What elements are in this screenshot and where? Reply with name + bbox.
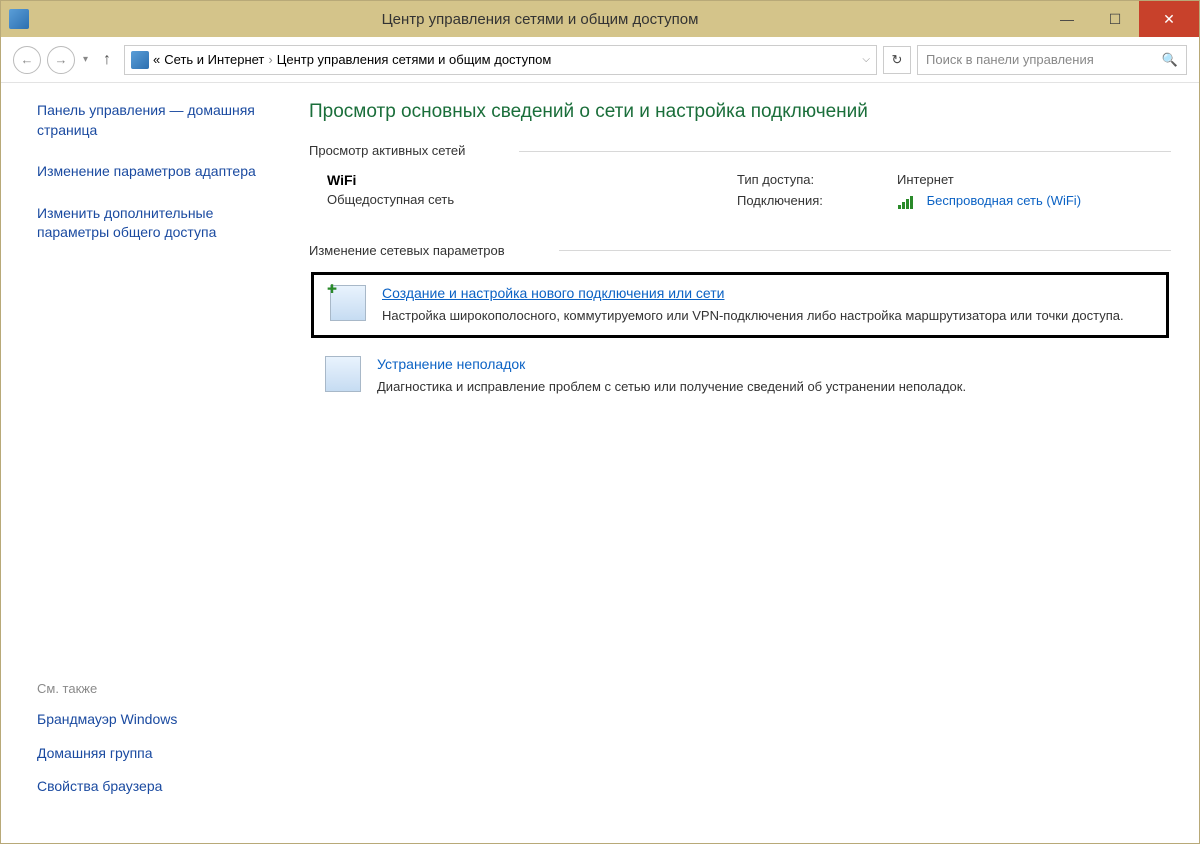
breadcrumb-bar[interactable]: « Сеть и Интернет › Центр управления сет… [124,45,877,75]
breadcrumb-item-2[interactable]: Центр управления сетями и общим доступом [277,52,552,67]
close-button[interactable]: ✕ [1139,1,1199,37]
window-buttons: — ☐ ✕ [1043,1,1199,37]
sidebar-link-home[interactable]: Панель управления — домашняя страница [37,101,271,140]
search-input[interactable]: Поиск в панели управления 🔍 [917,45,1187,75]
page-heading: Просмотр основных сведений о сети и наст… [309,101,1171,123]
nav-history-dropdown[interactable]: ▾ [83,54,88,65]
wifi-signal-icon [897,195,917,209]
option-new-connection-desc: Настройка широкополосного, коммутируемог… [382,307,1150,326]
breadcrumb-icon [131,51,149,69]
see-also-firewall[interactable]: Брандмауэр Windows [37,710,271,730]
option-new-connection-title[interactable]: Создание и настройка нового подключения … [382,285,1150,301]
maximize-button[interactable]: ☐ [1091,1,1139,37]
breadcrumb-prefix: « [153,52,160,67]
option-troubleshoot-desc: Диагностика и исправление проблем с сеть… [377,378,1155,397]
option-troubleshoot[interactable]: Устранение неполадок Диагностика и испра… [309,346,1171,407]
connections-label: Подключения: [737,193,897,208]
sidebar: Панель управления — домашняя страница Из… [1,83,291,843]
nav-back-button[interactable]: ← [13,46,41,74]
sidebar-link-adapter-settings[interactable]: Изменение параметров адаптера [37,162,271,182]
nav-up-button[interactable]: ↑ [96,49,118,71]
see-also-title: См. также [37,681,271,696]
see-also-homegroup[interactable]: Домашняя группа [37,744,271,764]
search-placeholder: Поиск в панели управления [926,52,1094,67]
see-also-section: См. также Брандмауэр Windows Домашняя гр… [37,681,271,825]
network-category: Общедоступная сеть [327,192,737,207]
breadcrumb-separator-icon: › [268,52,272,67]
see-also-browser[interactable]: Свойства браузера [37,777,271,797]
content-body: Панель управления — домашняя страница Из… [1,83,1199,843]
access-type-label: Тип доступа: [737,172,897,187]
window-title: Центр управления сетями и общим доступом [37,11,1043,28]
active-network-row: WiFi Общедоступная сеть Тип доступа: Инт… [309,172,1171,209]
sidebar-link-sharing-settings[interactable]: Изменить дополнительные параметры общего… [37,204,271,243]
option-troubleshoot-title[interactable]: Устранение неполадок [377,356,1155,372]
connection-link[interactable]: Беспроводная сеть (WiFi) [927,193,1081,208]
window-titlebar: Центр управления сетями и общим доступом… [1,1,1199,37]
minimize-button[interactable]: — [1043,1,1091,37]
toolbar: ← → ▾ ↑ « Сеть и Интернет › Центр управл… [1,37,1199,83]
refresh-button[interactable]: ↻ [883,46,911,74]
app-icon [9,9,29,29]
troubleshoot-icon [325,356,361,392]
nav-forward-button[interactable]: → [47,46,75,74]
breadcrumb-item-1[interactable]: Сеть и Интернет [164,52,264,67]
search-icon: 🔍 [1162,52,1178,68]
new-connection-icon [330,285,366,321]
section-active-networks: Просмотр активных сетей [309,143,1171,158]
section-change-settings: Изменение сетевых параметров [309,243,1171,258]
breadcrumb-dropdown-icon[interactable]: ⌵ [862,54,870,65]
main-content: Просмотр основных сведений о сети и наст… [291,83,1199,843]
access-type-value: Интернет [897,172,1081,187]
option-new-connection[interactable]: Создание и настройка нового подключения … [311,272,1169,339]
network-name: WiFi [327,172,737,188]
